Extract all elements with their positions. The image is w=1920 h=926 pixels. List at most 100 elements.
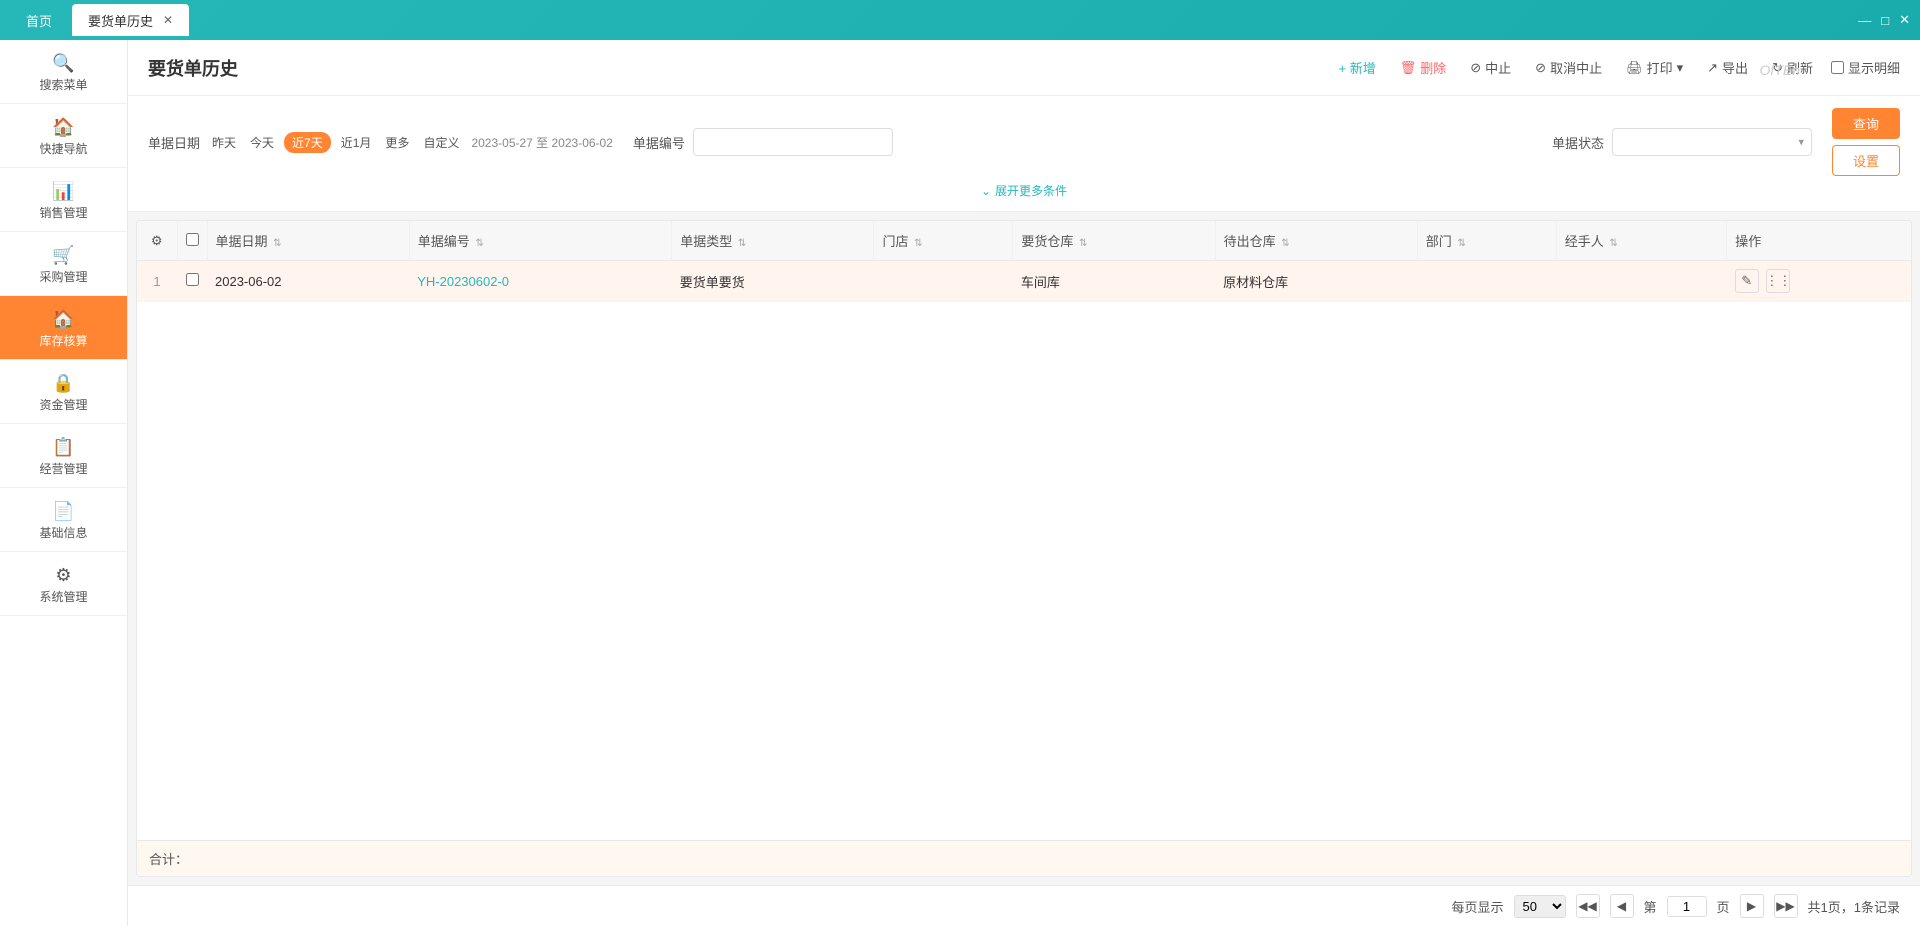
row-number-link[interactable]: YH-20230602-0 (417, 274, 509, 289)
tab-home-label: 首页 (26, 11, 52, 30)
sidebar-item-purchase[interactable]: 🛒 采购管理 (0, 232, 127, 296)
doc-number-input[interactable] (693, 128, 893, 156)
select-all-checkbox[interactable] (186, 233, 199, 246)
page-number-input[interactable] (1667, 896, 1707, 917)
prev-page-btn[interactable]: ◀ (1610, 894, 1634, 918)
table-scroll: ⚙ 单据日期 ⇅ 单据编号 ⇅ (137, 221, 1911, 840)
date-filter-group: 单据日期 昨天 今天 近7天 近1月 更多 自定义 2023-05-27 至 2… (148, 132, 613, 153)
pending-warehouse-sort-icon[interactable]: ⇅ (1281, 238, 1289, 249)
date-quick-buttons: 昨天 今天 近7天 近1月 更多 自定义 (208, 132, 463, 153)
row-edit-icon[interactable]: ✎ (1735, 269, 1759, 293)
stop-icon: ⊘ (1470, 60, 1481, 76)
finance-icon: 🔒 (52, 374, 74, 392)
sidebar-item-sales[interactable]: 📊 销售管理 (0, 168, 127, 232)
page-size-select[interactable]: 20 50 100 (1514, 895, 1566, 918)
print-button[interactable]: 🖨 打印 ▾ (1620, 54, 1689, 81)
tab-requisition-history[interactable]: 要货单历史 ✕ (72, 4, 189, 36)
sidebar-item-basic[interactable]: 📄 基础信息 (0, 488, 127, 552)
last-page-btn[interactable]: ▶▶ (1774, 894, 1798, 918)
last7days-btn[interactable]: 近7天 (284, 132, 331, 153)
doc-number-group: 单据编号 (633, 128, 893, 156)
sidebar-item-inventory[interactable]: 🏠 库存核算 (0, 296, 127, 360)
col-store: 门店 ⇅ (874, 221, 1013, 261)
sidebar-item-finance-label: 资金管理 (39, 396, 87, 413)
dept-sort-icon[interactable]: ⇅ (1457, 238, 1465, 249)
col-action-label: 操作 (1735, 234, 1761, 249)
delete-label: 删除 (1420, 58, 1446, 77)
row-handler (1556, 261, 1727, 302)
table-header-row: ⚙ 单据日期 ⇅ 单据编号 ⇅ (137, 221, 1911, 261)
row-more-icon[interactable]: ⋮⋮ (1766, 269, 1790, 293)
stop-label: 中止 (1485, 58, 1511, 77)
number-sort-icon[interactable]: ⇅ (475, 238, 483, 249)
page-header: 要货单历史 + 新增 🗑 删除 ⊘ 中止 ⊘ 取消中止 🖨 打印 (128, 40, 1920, 96)
cancel-stop-button[interactable]: ⊘ 取消中止 (1529, 54, 1608, 81)
store-sort-icon[interactable]: ⇅ (914, 238, 922, 249)
tab-home[interactable]: 首页 (10, 4, 68, 36)
system-icon: ⚙ (55, 566, 71, 584)
type-sort-icon[interactable]: ⇅ (738, 238, 746, 249)
col-req-warehouse: 要货仓库 ⇅ (1013, 221, 1215, 261)
export-label: 导出 (1722, 58, 1748, 77)
expand-more-row[interactable]: ⌄ 展开更多条件 (148, 182, 1900, 199)
display-detail-checkbox[interactable] (1831, 61, 1844, 74)
sidebar-item-quicknav-label: 快捷导航 (39, 140, 87, 157)
tab-close-icon[interactable]: ✕ (163, 13, 173, 27)
table-body: 1 2023-06-02 YH-20230602-0 要货单要货 车间库 (137, 261, 1911, 302)
row-number: YH-20230602-0 (409, 261, 672, 302)
expand-more-icon: ⌄ (981, 184, 991, 198)
req-warehouse-sort-icon[interactable]: ⇅ (1079, 238, 1087, 249)
refresh-button[interactable]: ↻ 刷新 (1766, 54, 1819, 81)
close-icon[interactable]: ✕ (1899, 12, 1910, 28)
minimize-icon[interactable]: — (1858, 13, 1871, 28)
status-group: 单据状态 (1552, 128, 1812, 156)
page-size-label: 每页显示 (1451, 897, 1503, 916)
sidebar-item-operations[interactable]: 📋 经营管理 (0, 424, 127, 488)
query-button[interactable]: 查询 (1832, 108, 1900, 139)
handler-sort-icon[interactable]: ⇅ (1609, 238, 1617, 249)
yesterday-btn[interactable]: 昨天 (208, 132, 240, 153)
col-checkbox (177, 221, 207, 261)
col-dept-label: 部门 (1426, 234, 1452, 249)
sidebar-item-search[interactable]: 🔍 搜索菜单 (0, 40, 127, 104)
pagination-summary: 共1页，1条记录 (1808, 897, 1900, 916)
toolbar: + 新增 🗑 删除 ⊘ 中止 ⊘ 取消中止 🖨 打印 ▾ (1332, 54, 1900, 81)
next-page-btn[interactable]: ▶ (1740, 894, 1764, 918)
row-type: 要货单要货 (672, 261, 874, 302)
content-area: 要货单历史 + 新增 🗑 删除 ⊘ 中止 ⊘ 取消中止 🖨 打印 (128, 40, 1920, 926)
sidebar-item-finance[interactable]: 🔒 资金管理 (0, 360, 127, 424)
last1month-btn[interactable]: 近1月 (337, 132, 376, 153)
row-checkbox[interactable] (186, 273, 199, 286)
maximize-icon[interactable]: □ (1881, 13, 1889, 28)
action-buttons-group: 查询 设置 (1832, 108, 1900, 176)
custom-btn[interactable]: 自定义 (419, 132, 463, 153)
sidebar-item-system[interactable]: ⚙ 系统管理 (0, 552, 127, 616)
col-dept: 部门 ⇅ (1417, 221, 1556, 261)
today-btn[interactable]: 今天 (246, 132, 278, 153)
stop-button[interactable]: ⊘ 中止 (1464, 54, 1517, 81)
settings-button[interactable]: 设置 (1832, 145, 1900, 176)
main-layout: 🔍 搜索菜单 🏠 快捷导航 📊 销售管理 🛒 采购管理 🏠 库存核算 🔒 资金管… (0, 40, 1920, 926)
new-button[interactable]: + 新增 (1332, 54, 1381, 81)
date-sort-icon[interactable]: ⇅ (273, 238, 281, 249)
pagination-bar: 每页显示 20 50 100 ◀◀ ◀ 第 页 ▶ ▶▶ 共1页，1条记录 (128, 885, 1920, 926)
basic-icon: 📄 (52, 502, 74, 520)
first-page-btn[interactable]: ◀◀ (1576, 894, 1600, 918)
col-settings: ⚙ (137, 221, 177, 261)
status-select[interactable] (1612, 128, 1812, 156)
delete-button[interactable]: 🗑 删除 (1394, 54, 1453, 81)
col-number-label: 单据编号 (418, 234, 470, 249)
filter-area: 单据日期 昨天 今天 近7天 近1月 更多 自定义 2023-05-27 至 2… (128, 96, 1920, 212)
sidebar-item-search-label: 搜索菜单 (39, 76, 87, 93)
sidebar-item-quicknav[interactable]: 🏠 快捷导航 (0, 104, 127, 168)
home-icon: 🏠 (52, 118, 74, 136)
more-btn[interactable]: 更多 (381, 132, 413, 153)
table-row: 1 2023-06-02 YH-20230602-0 要货单要货 车间库 (137, 261, 1911, 302)
row-dept (1417, 261, 1556, 302)
page-suffix: 页 (1717, 897, 1730, 916)
export-button[interactable]: ↗ 导出 (1701, 54, 1754, 81)
column-settings-icon[interactable]: ⚙ (151, 233, 163, 248)
filter-row-1: 单据日期 昨天 今天 近7天 近1月 更多 自定义 2023-05-27 至 2… (148, 108, 1900, 176)
purchase-icon: 🛒 (52, 246, 74, 264)
sidebar-item-sales-label: 销售管理 (39, 204, 87, 221)
